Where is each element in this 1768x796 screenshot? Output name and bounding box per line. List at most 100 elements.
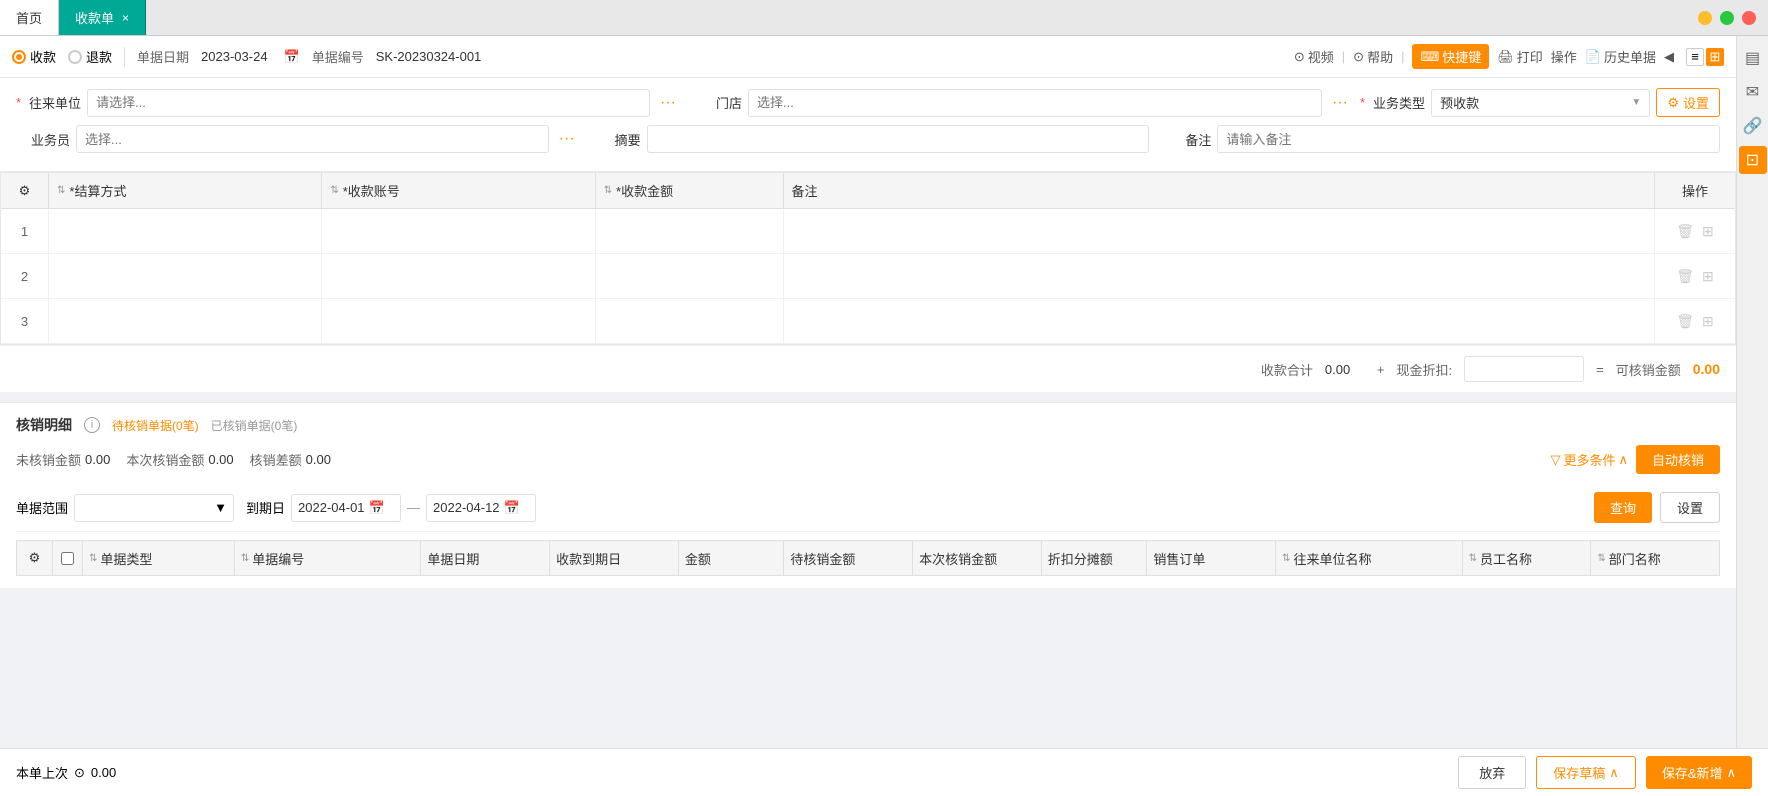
tab-close-btn[interactable]: × [122,11,129,25]
note-input[interactable] [1217,125,1720,153]
auto-verify-btn[interactable]: 自动核销 [1636,445,1720,474]
summary-input[interactable] [647,125,1150,153]
layout2-btn[interactable]: ⊞ [1706,48,1724,66]
sort-dept[interactable]: ⇅ [1597,553,1605,564]
td-note-2[interactable] [784,254,1655,298]
partner-field: * 往来单位 ··· [16,89,680,117]
copy-icon-1[interactable]: ⊞ [1702,223,1714,240]
th-gear[interactable]: ⚙ [1,173,49,208]
staff-label: 业务员 [16,130,70,149]
tab-receipt[interactable]: 收款单 × [59,0,146,35]
staff-more-btn[interactable]: ··· [555,130,579,148]
sort-number[interactable]: ⇅ [241,553,249,564]
date-from-input[interactable]: 2022-04-01 📅 [291,494,401,522]
diff-value: 0.00 [306,452,331,467]
td-settlement-2[interactable] [49,254,322,298]
staff-input[interactable] [76,125,549,153]
summary-field: 摘要 [587,125,1150,153]
range-select[interactable]: ▼ [74,494,234,522]
bth-check[interactable] [53,541,83,575]
partner-more-btn[interactable]: ··· [656,94,680,112]
sidebar-form-icon[interactable]: ⊡ [1739,146,1767,174]
td-num-3: 3 [1,299,49,343]
save-new-label: 保存&新增 [1662,763,1723,782]
discount-input[interactable] [1464,356,1584,382]
help-btn[interactable]: ⊙ 帮助 [1353,47,1393,66]
copy-icon-3[interactable]: ⊞ [1702,313,1714,330]
nav-prev-btn[interactable]: ◀ [1664,49,1674,65]
sort-staff[interactable]: ⇅ [1469,553,1477,564]
bth-gear[interactable]: ⚙ [17,541,53,575]
bth-partner-label: 往来单位名称 [1293,549,1371,568]
td-amount-1[interactable] [596,209,784,253]
summary-row: 收款合计 0.00 + 现金折扣: = 可核销金额 0.00 [0,345,1736,392]
td-amount-2[interactable] [596,254,784,298]
td-note-3[interactable] [784,299,1655,343]
sidebar-table-icon[interactable]: ▤ [1739,44,1767,72]
copy-icon-2[interactable]: ⊞ [1702,268,1714,285]
biz-type-select[interactable]: 预收款 ▼ [1431,89,1650,117]
partner-input[interactable] [87,89,650,117]
ver-settings-btn[interactable]: 设置 [1660,492,1720,523]
close-btn[interactable] [1742,11,1756,25]
date-to-input[interactable]: 2022-04-12 📅 [426,494,536,522]
footer-btns: 放弃 保存草稿 ∧ 保存&新增 ∧ [1458,756,1752,789]
td-amount-3[interactable] [596,299,784,343]
td-account-1[interactable] [322,209,595,253]
save-new-btn[interactable]: 保存&新增 ∧ [1646,756,1752,789]
info-icon[interactable]: i [84,417,100,433]
help-icon: ⊙ [1353,49,1364,65]
delete-icon-2[interactable]: 🗑 [1676,268,1694,285]
sidebar-link-icon[interactable]: 🔗 [1739,112,1767,140]
more-conditions-btn[interactable]: ▽ 更多条件 ∧ [1550,450,1628,469]
bth-type-label: 单据类型 [100,549,152,568]
td-account-2[interactable] [322,254,595,298]
bth-dept-label: 部门名称 [1609,549,1661,568]
sort-type[interactable]: ⇅ [89,553,97,564]
sort-partner[interactable]: ⇅ [1282,553,1290,564]
settings-btn[interactable]: ⚙ 设置 [1656,88,1720,117]
td-account-3[interactable] [322,299,595,343]
maximize-btn[interactable] [1720,11,1734,25]
delete-icon-3[interactable]: 🗑 [1676,313,1694,330]
store-input[interactable] [748,89,1322,117]
td-note-1[interactable] [784,209,1655,253]
calendar-icon[interactable]: 📅 [284,49,300,65]
footer-info-icon[interactable]: ⊙ [74,765,85,781]
save-draft-btn[interactable]: 保存草稿 ∧ [1536,756,1636,789]
ops-btn[interactable]: 操作 [1551,47,1577,66]
sort-icon2[interactable]: ⇅ [330,185,338,196]
tab-home[interactable]: 首页 [0,0,59,35]
video-btn[interactable]: ⊙ 视频 [1294,47,1334,66]
minimize-btn[interactable] [1698,11,1712,25]
total-label: 收款合计 [1261,360,1313,379]
receipt-label: 收款 [30,47,56,66]
done-tab[interactable]: 已核销单据(0笔) [211,417,298,434]
sort-icon[interactable]: ⇅ [57,185,65,196]
store-more-btn[interactable]: ··· [1328,94,1352,112]
refund-radio[interactable]: 退款 [68,47,112,66]
shortcut-btn[interactable]: ⌨ 快捷键 [1412,44,1489,69]
cal-icon-2[interactable]: 📅 [504,500,520,516]
query-btn[interactable]: 查询 [1594,492,1652,523]
th-account-label: *收款账号 [343,181,400,200]
date-label: 单据日期 [137,47,189,66]
th-account: ⇅ *收款账号 [322,173,595,208]
td-settlement-1[interactable] [49,209,322,253]
abandon-btn[interactable]: 放弃 [1458,756,1526,789]
cal-icon-1[interactable]: 📅 [369,500,385,516]
sidebar-mail-icon[interactable]: ✉ [1739,78,1767,106]
layout1-btn[interactable]: ≡ [1686,48,1704,66]
pending-tab[interactable]: 待核销单据(0笔) [112,417,199,434]
form-area: * 往来单位 ··· 门店 ··· * 业务类型 预收款 ▼ ⚙ 设置 [0,78,1736,172]
history-btn[interactable]: 📄 历史单据 [1585,47,1656,66]
sort-icon3[interactable]: ⇅ [604,185,612,196]
bth-sales: 销售订单 [1147,541,1276,575]
print-btn[interactable]: 🖨 打印 [1497,47,1543,66]
save-new-arrow: ∧ [1726,765,1736,781]
partner-label: 往来单位 [27,93,81,112]
receipt-radio[interactable]: 收款 [12,47,56,66]
select-all-checkbox[interactable] [61,552,74,565]
td-settlement-3[interactable] [49,299,322,343]
delete-icon-1[interactable]: 🗑 [1676,223,1694,240]
